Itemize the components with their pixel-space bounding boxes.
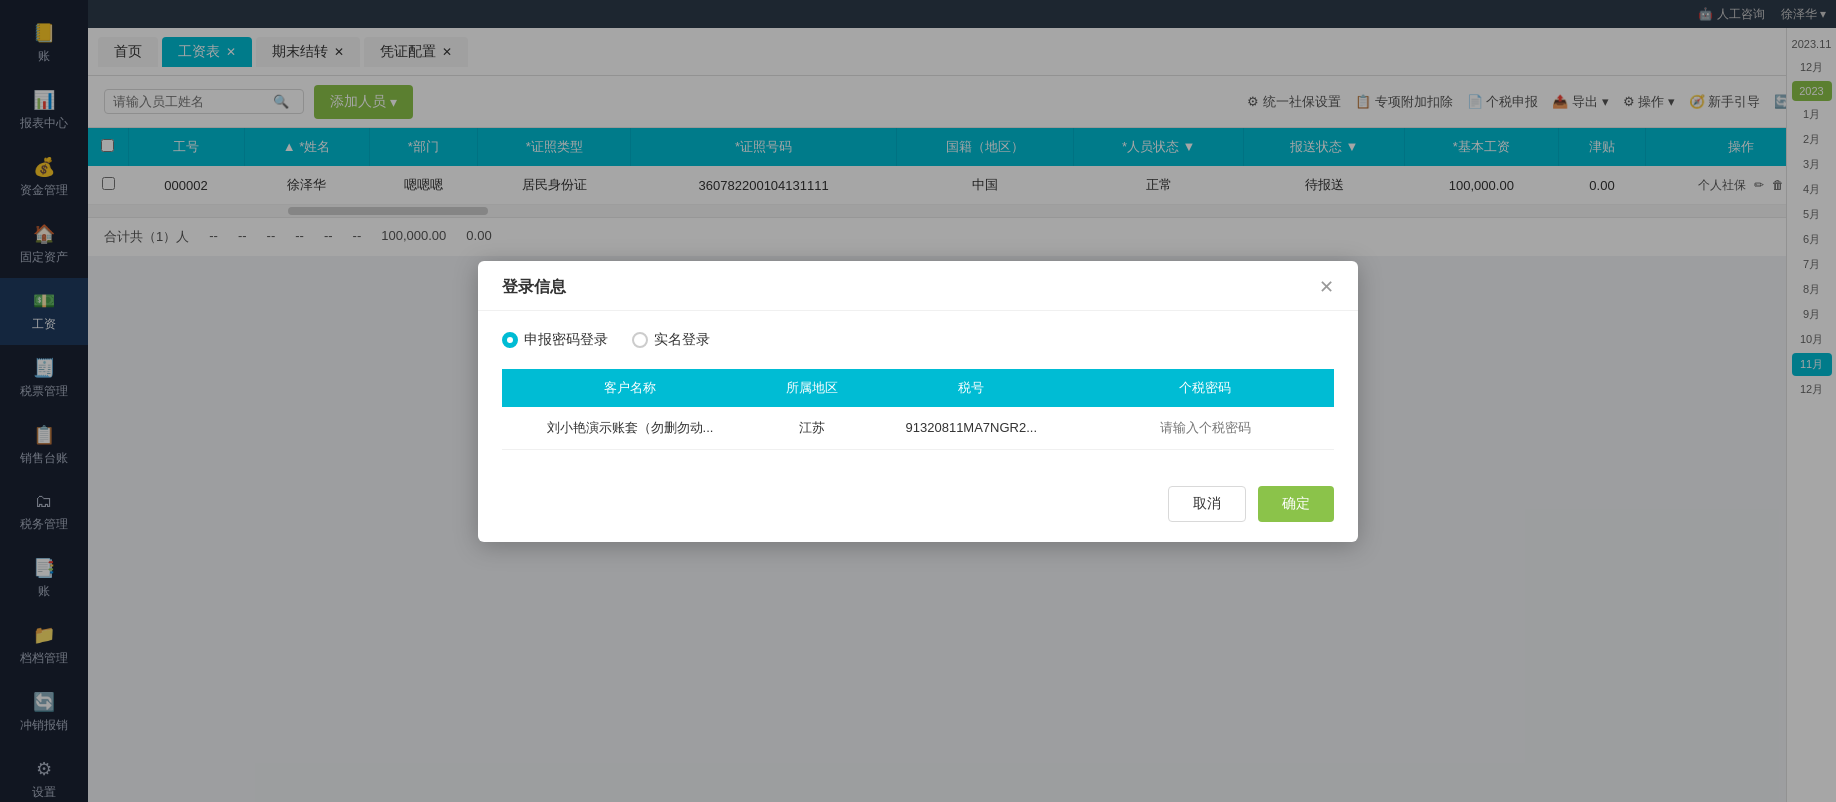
tax-password-input[interactable] <box>1093 420 1318 435</box>
dialog-overlay: 登录信息 ✕ 申报密码登录 实名登录 <box>0 0 1836 802</box>
radio-password-login[interactable]: 申报密码登录 <box>502 331 608 349</box>
login-type-radio-group: 申报密码登录 实名登录 <box>502 331 1334 349</box>
dialog-col-name: 客户名称 <box>502 369 758 407</box>
dialog-title: 登录信息 <box>502 277 566 298</box>
dialog-row-password[interactable] <box>1077 407 1334 450</box>
cancel-button[interactable]: 取消 <box>1168 486 1246 522</box>
dialog-row-region: 江苏 <box>758 407 866 450</box>
radio-password-circle <box>502 332 518 348</box>
dialog-col-taxid: 税号 <box>866 369 1076 407</box>
dialog-body: 申报密码登录 实名登录 客户名称 所属地区 税号 个税密码 <box>478 311 1358 470</box>
dialog-row-taxid: 91320811MA7NGR2... <box>866 407 1076 450</box>
dialog-col-password: 个税密码 <box>1077 369 1334 407</box>
dialog-col-region: 所属地区 <box>758 369 866 407</box>
dialog-table-row: 刘小艳演示账套（勿删勿动... 江苏 91320811MA7NGR2... <box>502 407 1334 450</box>
dialog-footer: 取消 确定 <box>478 470 1358 542</box>
confirm-button[interactable]: 确定 <box>1258 486 1334 522</box>
login-info-table: 客户名称 所属地区 税号 个税密码 刘小艳演示账套（勿删勿动... 江苏 913… <box>502 369 1334 450</box>
radio-realname-circle <box>632 332 648 348</box>
dialog-header: 登录信息 ✕ <box>478 261 1358 311</box>
radio-realname-login[interactable]: 实名登录 <box>632 331 710 349</box>
login-dialog: 登录信息 ✕ 申报密码登录 实名登录 <box>478 261 1358 542</box>
dialog-row-name: 刘小艳演示账套（勿删勿动... <box>502 407 758 450</box>
dialog-close-button[interactable]: ✕ <box>1319 278 1334 296</box>
